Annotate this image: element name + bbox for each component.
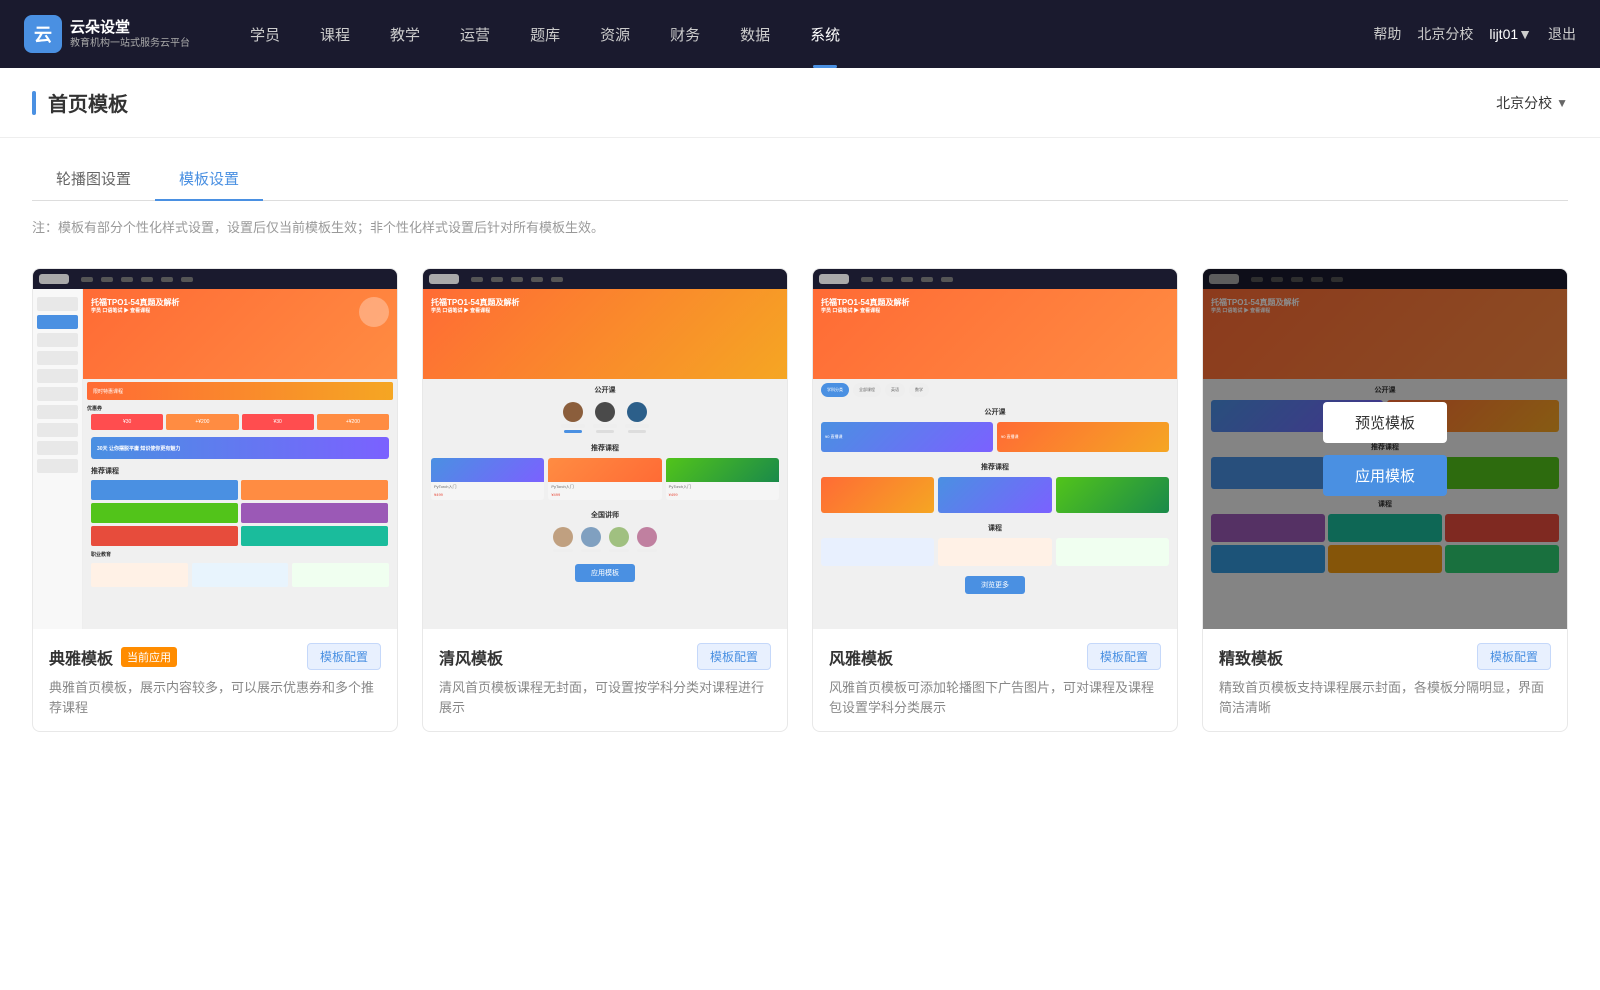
template-preview-3: 托福TPO1-54真题及解析 学员 口语笔试 ▶ 查看课程 公开课 推荐课程 [1203,269,1567,629]
nav-item-operations[interactable]: 运营 [440,0,510,68]
config-button-3[interactable]: 模板配置 [1477,643,1551,670]
template-desc-0: 典雅首页模板，展示内容较多，可以展示优惠券和多个推荐课程 [49,678,381,717]
tabs-container: 轮播图设置 模板设置 [0,138,1600,201]
page-content: 首页模板 北京分校 ▼ 轮播图设置 模板设置 注：模板有部分个性化样式设置，设置… [0,68,1600,990]
template-footer-2: 风雅模板 模板配置 风雅首页模板可添加轮播图下广告图片，可对课程及课程包设置学科… [813,629,1177,731]
tab-carousel[interactable]: 轮播图设置 [32,158,155,201]
template-preview-1: 托福TPO1-54真题及解析 学员 口语笔试 ▶ 查看课程 公开课 [423,269,787,629]
template-name-0: 典雅模板 [49,645,113,669]
nav-item-data[interactable]: 数据 [720,0,790,68]
chevron-down-icon: ▼ [1556,96,1568,110]
logo-icon: 云 [24,15,62,53]
user-dropdown[interactable]: lijt01▼ [1489,26,1532,42]
config-button-0[interactable]: 模板配置 [307,643,381,670]
title-bar-decoration [32,91,36,115]
logo[interactable]: 云 云朵设堂 教育机构一站式服务云平台 [24,15,190,53]
navbar: 云 云朵设堂 教育机构一站式服务云平台 学员 课程 教学 运营 题库 资源 财务… [0,0,1600,68]
template-desc-1: 清风首页模板课程无封面，可设置按学科分类对课程进行展示 [439,678,771,717]
nav-item-system[interactable]: 系统 [790,0,860,68]
logo-text: 云朵设堂 教育机构一站式服务云平台 [70,18,190,51]
template-overlay-3: 预览模板 应用模板 [1203,269,1567,629]
template-name-3: 精致模板 [1219,645,1283,669]
nav-item-resources[interactable]: 资源 [580,0,650,68]
note-text: 注：模板有部分个性化样式设置，设置后仅当前模板生效；非个性化样式设置后针对所有模… [0,201,1600,252]
nav-item-teaching[interactable]: 教学 [370,0,440,68]
logout-button[interactable]: 退出 [1548,24,1576,44]
nav-items: 学员 课程 教学 运营 题库 资源 财务 数据 系统 [230,0,1373,68]
help-link[interactable]: 帮助 [1373,24,1401,44]
config-button-1[interactable]: 模板配置 [697,643,771,670]
current-badge-0: 当前应用 [121,647,177,667]
nav-item-questions[interactable]: 题库 [510,0,580,68]
template-name-2: 风雅模板 [829,645,893,669]
nav-item-finance[interactable]: 财务 [650,0,720,68]
tab-template[interactable]: 模板设置 [155,158,263,201]
mockup-1: 托福TPO1-54真题及解析 学员 口语笔试 ▶ 查看课程 限时特惠课程 优惠券 [33,269,397,629]
template-name-1: 清风模板 [439,645,503,669]
nav-item-students[interactable]: 学员 [230,0,300,68]
config-button-2[interactable]: 模板配置 [1087,643,1161,670]
template-footer-1: 清风模板 模板配置 清风首页模板课程无封面，可设置按学科分类对课程进行展示 [423,629,787,731]
template-desc-3: 精致首页模板支持课程展示封面，各模板分隔明显，界面简洁清晰 [1219,678,1551,717]
page-title-container: 首页模板 [32,88,128,117]
nav-item-courses[interactable]: 课程 [300,0,370,68]
tabs: 轮播图设置 模板设置 [32,158,1568,201]
nav-right: 帮助 北京分校 lijt01▼ 退出 [1373,24,1576,44]
page-header: 首页模板 北京分校 ▼ [0,68,1600,138]
mockup-2: 托福TPO1-54真题及解析 学员 口语笔试 ▶ 查看课程 公开课 [423,269,787,629]
preview-template-button[interactable]: 预览模板 [1323,402,1447,443]
template-card-0: 托福TPO1-54真题及解析 学员 口语笔试 ▶ 查看课程 限时特惠课程 优惠券 [32,268,398,732]
templates-grid: 托福TPO1-54真题及解析 学员 口语笔试 ▶ 查看课程 限时特惠课程 优惠券 [0,252,1600,772]
template-card-3: 托福TPO1-54真题及解析 学员 口语笔试 ▶ 查看课程 公开课 推荐课程 [1202,268,1568,732]
template-card-1: 托福TPO1-54真题及解析 学员 口语笔试 ▶ 查看课程 公开课 [422,268,788,732]
template-preview-2: 托福TPO1-54真题及解析 学员 口语笔试 ▶ 查看课程 学科分类 全部课程 … [813,269,1177,629]
branch-link[interactable]: 北京分校 [1417,24,1473,44]
template-footer-0: 典雅模板 当前应用 模板配置 典雅首页模板，展示内容较多，可以展示优惠券和多个推… [33,629,397,731]
branch-selector[interactable]: 北京分校 ▼ [1496,93,1568,113]
template-preview-0: 托福TPO1-54真题及解析 学员 口语笔试 ▶ 查看课程 限时特惠课程 优惠券 [33,269,397,629]
mockup-3: 托福TPO1-54真题及解析 学员 口语笔试 ▶ 查看课程 学科分类 全部课程 … [813,269,1177,629]
page-title: 首页模板 [48,88,128,117]
template-card-2: 托福TPO1-54真题及解析 学员 口语笔试 ▶ 查看课程 学科分类 全部课程 … [812,268,1178,732]
template-footer-3: 精致模板 模板配置 精致首页模板支持课程展示封面，各模板分隔明显，界面简洁清晰 [1203,629,1567,731]
template-desc-2: 风雅首页模板可添加轮播图下广告图片，可对课程及课程包设置学科分类展示 [829,678,1161,717]
apply-template-button[interactable]: 应用模板 [1323,455,1447,496]
